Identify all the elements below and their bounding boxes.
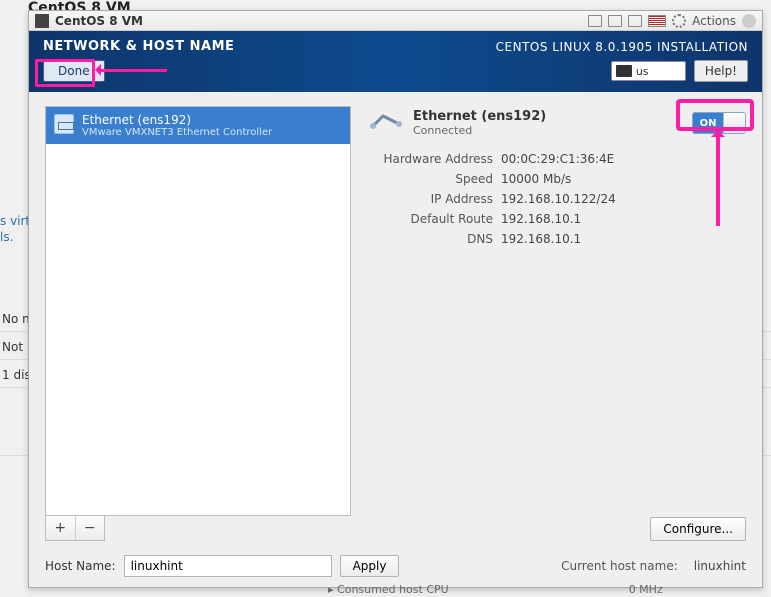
bg-text: Not i bbox=[2, 340, 30, 354]
gear-icon bbox=[672, 14, 686, 28]
vm-title: CentOS 8 VM bbox=[55, 14, 143, 28]
ethernet-icon bbox=[54, 114, 74, 134]
interface-item-selected[interactable]: Ethernet (ens192) VMware VMXNET3 Etherne… bbox=[46, 107, 350, 144]
interface-name: Ethernet (ens192) bbox=[82, 113, 272, 127]
titlebar-button[interactable] bbox=[628, 15, 642, 27]
connection-status: Connected bbox=[413, 124, 546, 137]
add-interface-button[interactable]: + bbox=[46, 516, 76, 540]
default-route-label: Default Route bbox=[373, 212, 493, 226]
keyboard-layout-label: us bbox=[636, 65, 649, 78]
page-title: NETWORK & HOST NAME bbox=[43, 39, 234, 54]
network-icon bbox=[369, 106, 403, 140]
hw-address-value: 00:0C:29:C1:36:4E bbox=[501, 152, 746, 166]
dns-value: 192.168.10.1 bbox=[501, 232, 746, 246]
hostname-label: Host Name: bbox=[45, 559, 116, 573]
vm-window: CentOS 8 VM Actions NETWORK & HOST NAME … bbox=[28, 10, 763, 588]
ip-address-value: 192.168.10.122/24 bbox=[501, 192, 746, 206]
configure-button[interactable]: Configure... bbox=[650, 517, 746, 541]
detail-interface-name: Ethernet (ens192) bbox=[413, 109, 546, 124]
toggle-knob bbox=[723, 113, 745, 133]
ip-address-label: IP Address bbox=[373, 192, 493, 206]
close-icon[interactable] bbox=[742, 14, 756, 28]
host-cpu-label: ▸ Consumed host CPU bbox=[328, 583, 449, 597]
current-hostname-label: Current host name: bbox=[561, 559, 678, 573]
interface-list[interactable]: Ethernet (ens192) VMware VMXNET3 Etherne… bbox=[45, 106, 351, 516]
vm-icon bbox=[35, 14, 49, 28]
default-route-value: 192.168.10.1 bbox=[501, 212, 746, 226]
keyboard-layout-selector[interactable]: us bbox=[611, 61, 686, 81]
bg-text: ls. bbox=[0, 230, 13, 244]
hw-address-label: Hardware Address bbox=[373, 152, 493, 166]
host-cpu-value: 0 MHz bbox=[629, 583, 663, 597]
annotation-arrow bbox=[716, 131, 720, 226]
remove-interface-button[interactable]: − bbox=[76, 516, 105, 540]
current-hostname-value: linuxhint bbox=[694, 559, 746, 573]
help-button[interactable]: Help! bbox=[694, 60, 748, 82]
titlebar-button[interactable] bbox=[608, 15, 622, 27]
speed-value: 10000 Mb/s bbox=[501, 172, 746, 186]
annotation-arrow bbox=[97, 69, 167, 72]
bg-text: 1 dis bbox=[2, 368, 31, 382]
actions-menu[interactable]: Actions bbox=[692, 14, 736, 28]
titlebar-button[interactable] bbox=[588, 15, 602, 27]
apply-button[interactable]: Apply bbox=[340, 555, 400, 577]
hostname-input[interactable] bbox=[124, 555, 332, 577]
installer-header: NETWORK & HOST NAME CENTOS LINUX 8.0.190… bbox=[29, 31, 762, 92]
interface-subtitle: VMware VMXNET3 Ethernet Controller bbox=[82, 127, 272, 138]
flag-icon bbox=[648, 15, 666, 27]
keyboard-icon bbox=[616, 65, 632, 77]
installation-label: CENTOS LINUX 8.0.1905 INSTALLATION bbox=[496, 40, 748, 54]
vm-titlebar: CentOS 8 VM Actions bbox=[29, 11, 762, 31]
bg-text: No n bbox=[2, 312, 30, 326]
speed-label: Speed bbox=[373, 172, 493, 186]
dns-label: DNS bbox=[373, 232, 493, 246]
bg-text: s virt bbox=[0, 214, 30, 228]
